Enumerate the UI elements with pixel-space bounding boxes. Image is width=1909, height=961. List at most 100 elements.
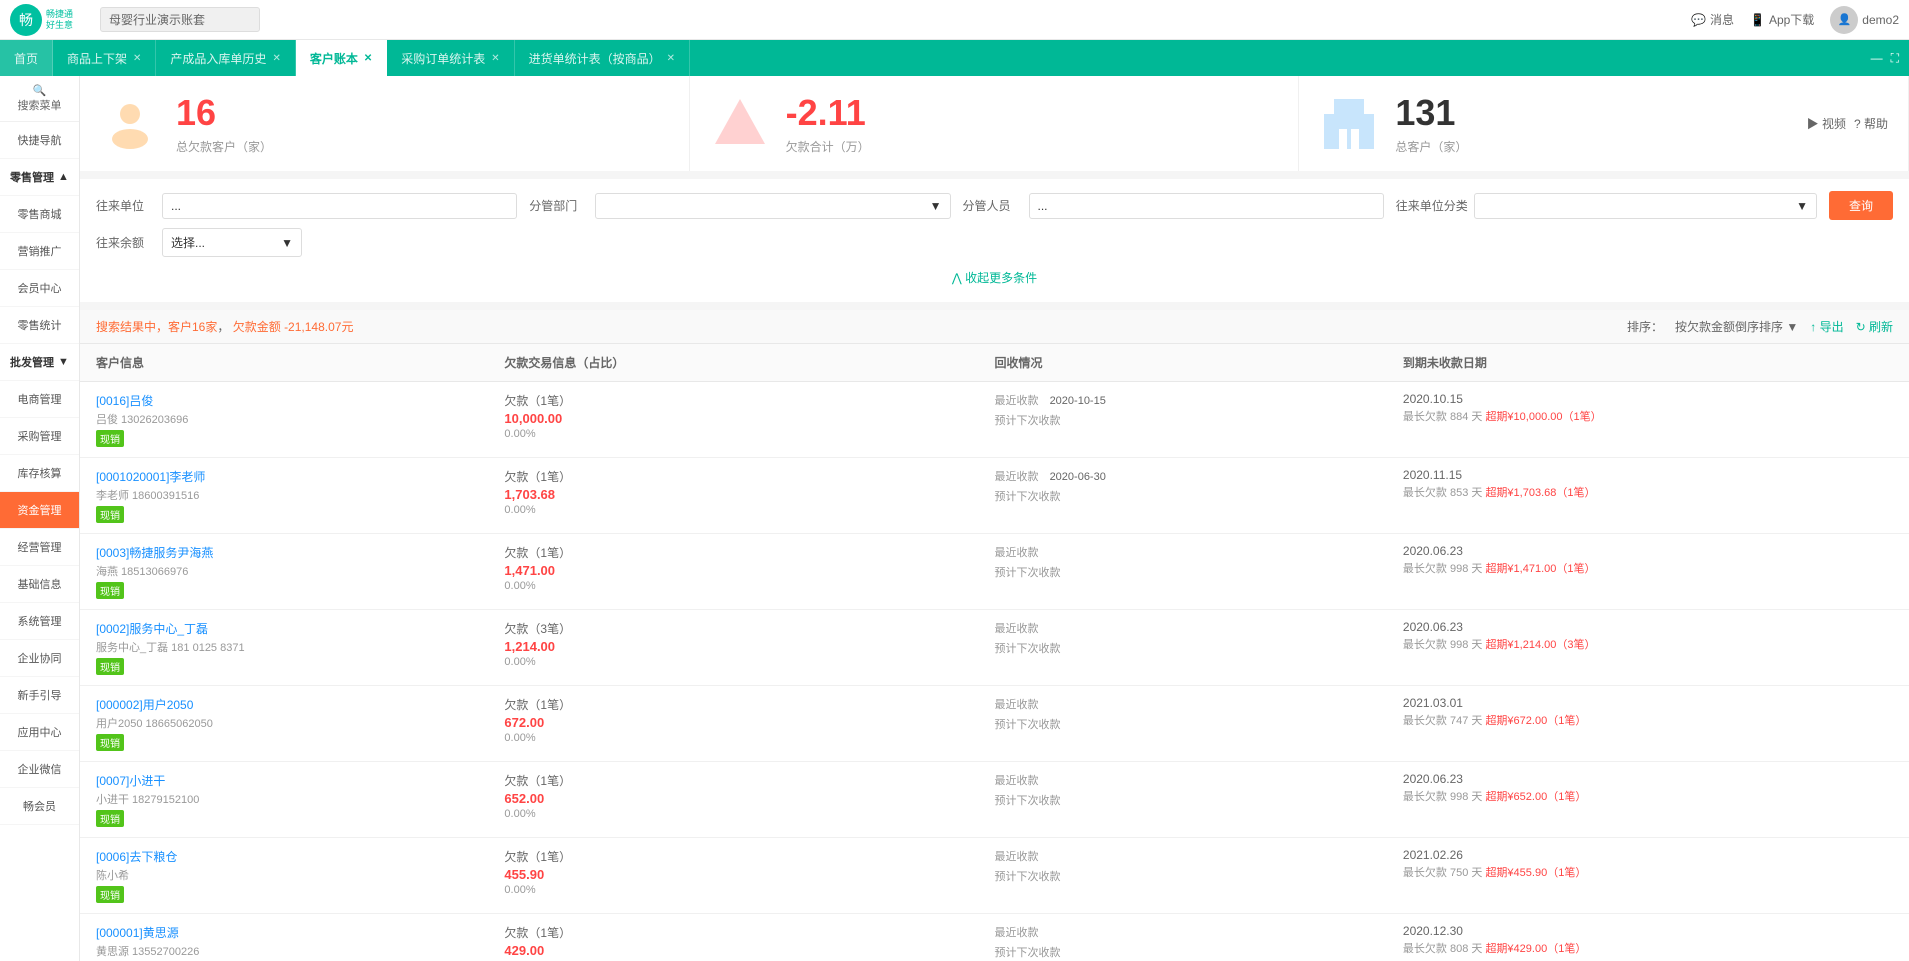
source-unit-input[interactable]: ... xyxy=(162,193,517,219)
debt-amount-4[interactable]: 672.00 xyxy=(504,715,994,730)
tab-product-history[interactable]: 产成品入库单历史 ✕ xyxy=(156,40,295,76)
filter-row-1: 往来单位 ... 分管部门 ▼ 分管人员 ... xyxy=(96,191,1893,220)
overdue-link-1[interactable]: 超期¥1,703.68（1笔） xyxy=(1485,487,1595,499)
debt-amount-0[interactable]: 10,000.00 xyxy=(504,411,994,426)
sidebar-item-inventory[interactable]: 库存核算 xyxy=(0,455,79,492)
chevron-down-sort: ▼ xyxy=(1786,320,1798,334)
stat-card-total: 131 总客户（家） ▶ 视频 ? 帮助 xyxy=(1299,76,1909,171)
minimize-icon[interactable]: — xyxy=(1871,51,1883,65)
dept-select[interactable]: ▼ xyxy=(595,193,950,219)
sidebar-item-app-center[interactable]: 应用中心 xyxy=(0,714,79,751)
debt-amount-7[interactable]: 429.00 xyxy=(504,943,994,958)
tab-purchase-stats[interactable]: 进货单统计表（按商品） ✕ xyxy=(515,40,690,76)
category-select[interactable]: ▼ xyxy=(1474,193,1817,219)
sidebar-item-marketing[interactable]: 营销推广 xyxy=(0,233,79,270)
video-btn[interactable]: ▶ 视频 xyxy=(1807,115,1846,132)
sidebar-item-system[interactable]: 系统管理 xyxy=(0,603,79,640)
due-date-7: 2020.12.30 xyxy=(1403,924,1893,938)
sidebar-item-quick-nav[interactable]: 快捷导航 xyxy=(0,122,79,159)
tab-product-shelf[interactable]: 商品上下架 ✕ xyxy=(53,40,156,76)
tab-customer-account[interactable]: 客户账本 ✕ xyxy=(296,40,387,76)
sidebar-item-purchase[interactable]: 采购管理 xyxy=(0,418,79,455)
close-tab-product-shelf[interactable]: ✕ xyxy=(133,53,141,64)
filter-balance: 往来余额 选择... ▼ xyxy=(96,228,1893,257)
overdue-link-7[interactable]: 超期¥429.00（1笔） xyxy=(1485,943,1586,955)
chevron-down-cat: ▼ xyxy=(1796,199,1808,213)
sidebar-item-operations[interactable]: 经营管理 xyxy=(0,529,79,566)
close-tab-customer-account[interactable]: ✕ xyxy=(364,53,372,64)
refresh-btn[interactable]: ↻ 刷新 xyxy=(1856,318,1893,335)
sidebar-item-wechat[interactable]: 企业微信 xyxy=(0,751,79,788)
close-tab-purchase-summary[interactable]: ✕ xyxy=(491,53,499,64)
debt-amount-3[interactable]: 1,214.00 xyxy=(504,639,994,654)
overdue-link-2[interactable]: 超期¥1,471.00（1笔） xyxy=(1485,563,1595,575)
refresh-icon: ↻ xyxy=(1856,320,1869,334)
company-selector[interactable]: 母婴行业演示账套 xyxy=(100,7,260,32)
customer-name-1[interactable]: [0001020001]李老师 xyxy=(96,468,504,485)
customer-name-3[interactable]: [0002]服务中心_丁磊 xyxy=(96,620,504,637)
customer-name-6[interactable]: [0006]去下粮仓 xyxy=(96,848,504,865)
customer-name-2[interactable]: [0003]畅捷服务尹海燕 xyxy=(96,544,504,561)
table-row: [0007]小进干 小进干 18279152100 现销 欠款（1笔） 652.… xyxy=(80,762,1909,838)
customer-name-4[interactable]: [000002]用户2050 xyxy=(96,696,504,713)
customer-phone-7: 黄思源 13552700226 xyxy=(96,943,504,959)
tab-home[interactable]: 首页 xyxy=(0,40,53,76)
help-btn[interactable]: ? 帮助 xyxy=(1854,115,1888,132)
header-debt: 欠款交易信息（占比） xyxy=(504,354,994,371)
chevron-down-balance: ▼ xyxy=(281,236,293,250)
overdue-link-4[interactable]: 超期¥672.00（1笔） xyxy=(1485,715,1586,727)
sidebar-item-retail-stats[interactable]: 零售统计 xyxy=(0,307,79,344)
customer-phone-5: 小进干 18279152100 xyxy=(96,791,504,807)
sidebar-item-member[interactable]: 会员中心 xyxy=(0,270,79,307)
debt-percent-6: 0.00% xyxy=(504,884,994,896)
due-date-1: 2020.11.15 xyxy=(1403,468,1893,482)
person-input[interactable]: ... xyxy=(1029,193,1384,219)
recovery-info-5: 最近收款 预计下次收款 xyxy=(995,772,1403,808)
logo-icon: 畅 xyxy=(10,4,42,36)
message-btn[interactable]: 💬 消息 xyxy=(1691,11,1734,28)
sort-option[interactable]: 按欠款金额倒序排序 ▼ xyxy=(1675,318,1798,335)
sidebar-item-enterprise[interactable]: 企业协同 xyxy=(0,640,79,677)
recovery-info-7: 最近收款 预计下次收款 xyxy=(995,924,1403,960)
sidebar-item-new-guide[interactable]: 新手引导 xyxy=(0,677,79,714)
overdue-link-0[interactable]: 超期¥10,000.00（1笔） xyxy=(1485,411,1601,423)
debt-count-5: 欠款（1笔） xyxy=(504,772,994,789)
sidebar-item-batch-mgmt[interactable]: 批发管理 ▼ xyxy=(0,344,79,381)
table-header: 客户信息 欠款交易信息（占比） 回收情况 到期未收款日期 xyxy=(80,344,1909,382)
tab-purchase-summary[interactable]: 采购订单统计表 ✕ xyxy=(387,40,514,76)
sidebar-item-ecommerce[interactable]: 电商管理 xyxy=(0,381,79,418)
debt-amount-1[interactable]: 1,703.68 xyxy=(504,487,994,502)
search-button[interactable]: 查询 xyxy=(1829,191,1893,220)
sidebar-search[interactable]: 🔍 搜索菜单 xyxy=(0,76,79,122)
sidebar-item-basic-info[interactable]: 基础信息 xyxy=(0,566,79,603)
next-label-6: 预计下次收款 xyxy=(995,868,1403,884)
debt-amount-2[interactable]: 1,471.00 xyxy=(504,563,994,578)
app-download-btn[interactable]: 📱 App下载 xyxy=(1750,11,1814,28)
sidebar-item-retail-mgmt[interactable]: 零售管理 ▲ xyxy=(0,159,79,196)
maximize-icon[interactable]: ⛶ xyxy=(1891,51,1899,66)
customer-name-7[interactable]: [000001]黄思源 xyxy=(96,924,504,941)
debt-count-0: 欠款（1笔） xyxy=(504,392,994,409)
overdue-link-5[interactable]: 超期¥652.00（1笔） xyxy=(1485,791,1586,803)
main-layout: 🔍 搜索菜单 快捷导航 零售管理 ▲ 零售商城 营销推广 会员中心 零售统计 批… xyxy=(0,76,1909,961)
customer-name-0[interactable]: [0016]吕俊 xyxy=(96,392,504,409)
balance-label: 往来余额 xyxy=(96,234,156,251)
debt-amount-5[interactable]: 652.00 xyxy=(504,791,994,806)
overdue-link-6[interactable]: 超期¥455.90（1笔） xyxy=(1485,867,1586,879)
overdue-link-3[interactable]: 超期¥1,214.00（3笔） xyxy=(1485,639,1595,651)
logo-area: 畅 畅捷通好生意 xyxy=(10,4,90,36)
overdue-detail-7: 最长欠款 808 天 超期¥429.00（1笔） xyxy=(1403,940,1893,956)
sidebar-item-finance[interactable]: 资金管理 xyxy=(0,492,79,529)
stat-number-customers: 16 xyxy=(176,92,272,134)
debt-amount-6[interactable]: 455.90 xyxy=(504,867,994,882)
close-tab-product-history[interactable]: ✕ xyxy=(272,53,280,64)
sidebar-item-pro-member[interactable]: 畅会员 xyxy=(0,788,79,825)
close-tab-purchase-stats[interactable]: ✕ xyxy=(667,53,675,64)
export-btn[interactable]: ↑ 导出 xyxy=(1810,318,1843,335)
sidebar-item-retail-mall[interactable]: 零售商城 xyxy=(0,196,79,233)
collapse-btn[interactable]: ⋀ 收起更多条件 xyxy=(96,265,1893,290)
balance-select[interactable]: 选择... ▼ xyxy=(162,228,302,257)
customer-name-5[interactable]: [0007]小进干 xyxy=(96,772,504,789)
stat-card-amount: -2.11 欠款合计（万） xyxy=(690,76,1300,171)
user-avatar[interactable]: 👤 demo2 xyxy=(1830,6,1899,34)
